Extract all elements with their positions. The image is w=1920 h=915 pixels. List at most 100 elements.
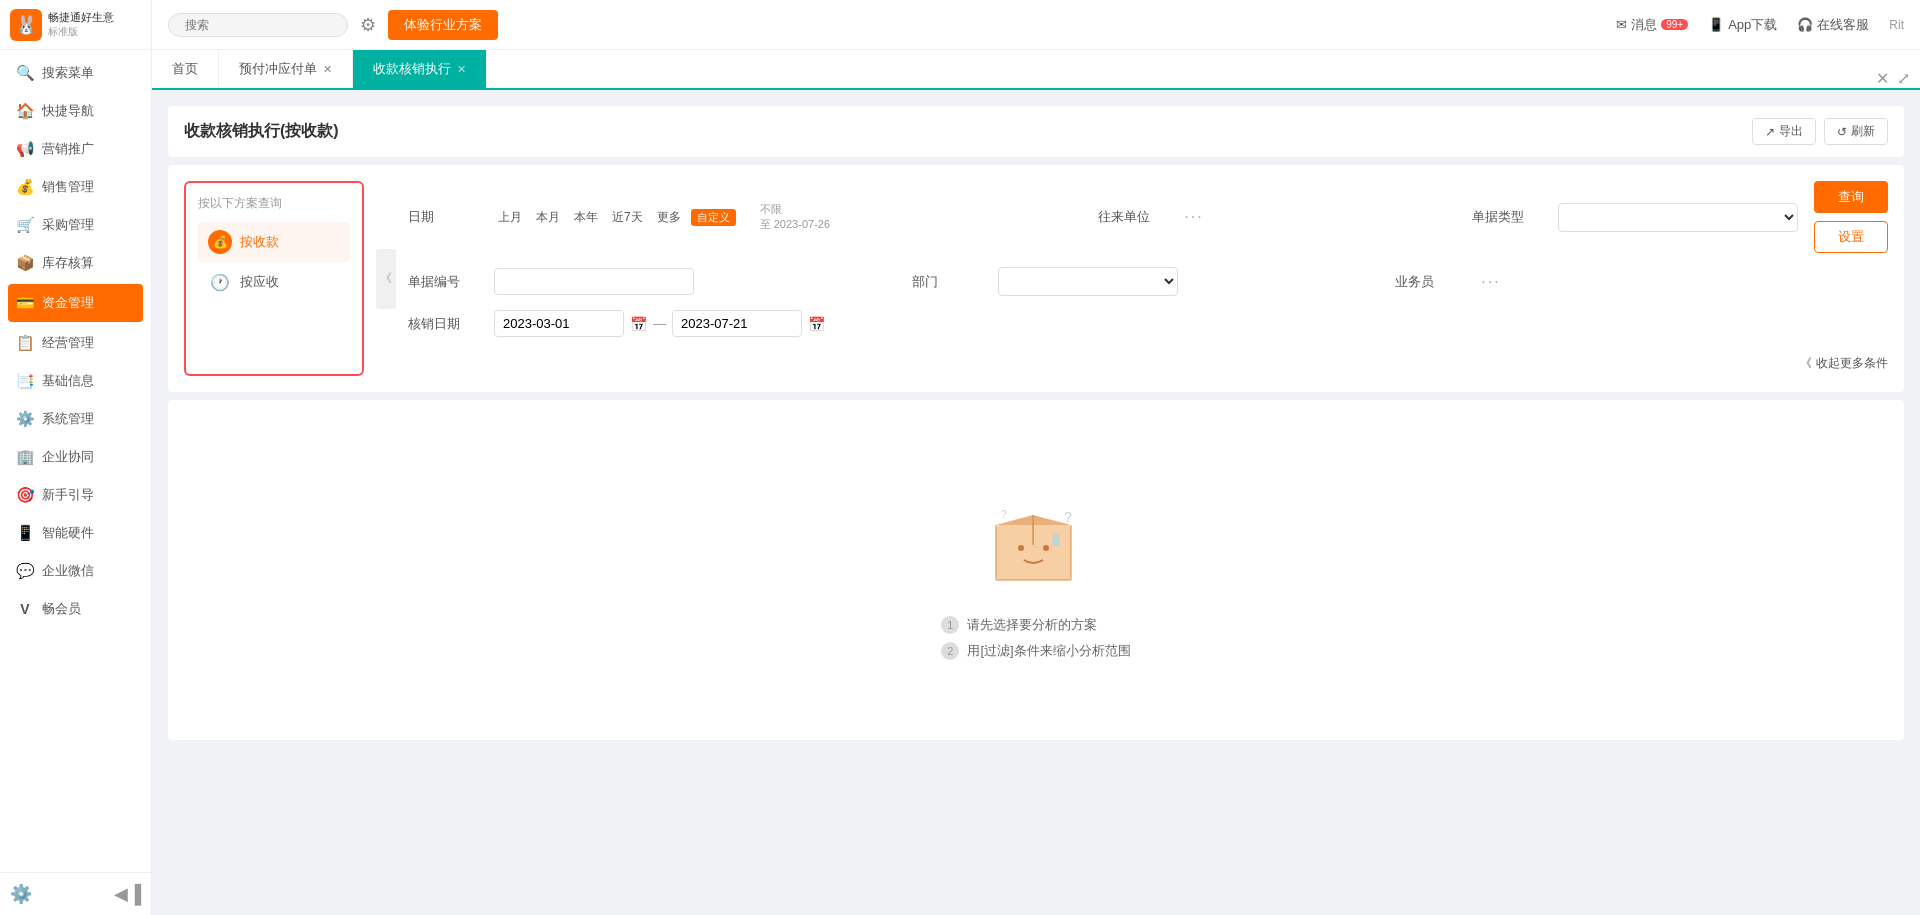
message-label: 消息 [1631,16,1657,34]
empty-state: ? ? 1 请先选择要分析的方案 2 用[过滤]条件来缩小分析范围 [168,400,1904,740]
username-display[interactable]: Rit [1889,18,1904,32]
gear-icon[interactable]: ⚙ [360,14,376,36]
online-service-button[interactable]: 🎧 在线客服 [1797,16,1869,34]
verify-date-end-input[interactable] [672,310,802,337]
query-button[interactable]: 查询 [1814,181,1888,213]
settings-bottom-icon[interactable]: ⚙️ [10,883,32,905]
page-content: 收款核销执行(按收款) ↗ 导出 ↺ 刷新 按以下方案查询 💰 按收款 [152,90,1920,915]
date-to-text: 至 2023-07-26 [760,217,830,232]
calendar-end-icon[interactable]: 📅 [808,316,825,332]
headset-icon: 🎧 [1797,17,1813,32]
wechat-nav-icon: 💬 [16,562,34,580]
step1-text: 请先选择要分析的方案 [967,616,1097,634]
sidebar: 🐰 畅捷通好生意 标准版 🔍 搜索菜单 🏠 快捷导航 📢 营销推广 💰 销售管理… [0,0,152,915]
collapse-sidebar-icon[interactable]: ◀▐ [114,883,141,905]
app-icon: 📱 [1708,17,1724,32]
empty-step-1: 1 请先选择要分析的方案 [941,616,1130,634]
staff-label: 业务员 [1395,273,1465,291]
empty-svg: ? ? [976,480,1096,590]
topbar-search-input[interactable] [168,13,348,37]
filter-option-receivable-label: 按应收 [240,273,279,291]
tabbar: 首页 预付冲应付单 ✕ 收款核销执行 ✕ ✕ ⤢ [152,50,1920,90]
sidebar-item-hardware[interactable]: 📱 智能硬件 [0,514,151,552]
sidebar-item-search[interactable]: 🔍 搜索菜单 [0,54,151,92]
filter-option-by-receivable[interactable]: 🕐 按应收 [198,262,350,302]
date-shortcut-last-month[interactable]: 上月 [494,207,526,228]
date-filter-row: 日期 上月 本月 本年 近7天 更多 自定义 不限 至 2023-07-26 [408,181,1888,253]
message-icon: ✉ [1616,17,1627,32]
calendar-start-icon[interactable]: 📅 [630,316,647,332]
message-button[interactable]: ✉ 消息 99+ [1616,16,1688,34]
receipts-tab-label: 收款核销执行 [373,60,451,78]
verify-date-start-input[interactable] [494,310,624,337]
date-shortcut-this-month[interactable]: 本月 [532,207,564,228]
doc-type-select[interactable] [1558,203,1798,232]
export-button[interactable]: ↗ 导出 [1752,118,1816,145]
basics-nav-icon: 📑 [16,372,34,390]
sidebar-item-purchase[interactable]: 🛒 采购管理 [0,206,151,244]
page-header: 收款核销执行(按收款) ↗ 导出 ↺ 刷新 [168,106,1904,157]
tab-home[interactable]: 首页 [152,50,219,88]
sidebar-item-member[interactable]: V 畅会员 [0,590,151,628]
step2-number: 2 [941,642,959,660]
sidebar-item-inventory[interactable]: 📦 库存核算 [0,244,151,282]
sidebar-item-system[interactable]: ⚙️ 系统管理 [0,400,151,438]
collapse-panel-button[interactable]: 《 [376,249,396,309]
close-prepay-tab-icon[interactable]: ✕ [323,63,332,76]
collapse-more-button[interactable]: 《 收起更多条件 [408,351,1888,376]
sidebar-nav: 🔍 搜索菜单 🏠 快捷导航 📢 营销推广 💰 销售管理 🛒 采购管理 📦 库存核… [0,50,151,872]
close-tab-button[interactable]: ✕ [1876,69,1889,88]
close-receipts-tab-icon[interactable]: ✕ [457,63,466,76]
dept-select[interactable] [998,267,1178,296]
sidebar-item-label: 经营管理 [42,334,94,352]
verify-date-filter-row: 核销日期 📅 — 📅 [408,310,1888,337]
date-separator: — [653,316,666,331]
sidebar-item-label: 营销推广 [42,140,94,158]
sidebar-item-quick-nav[interactable]: 🏠 快捷导航 [0,92,151,130]
guide-nav-icon: 🎯 [16,486,34,504]
marketing-nav-icon: 📢 [16,140,34,158]
page-title: 收款核销执行(按收款) [184,121,339,142]
prepay-tab-label: 预付冲应付单 [239,60,317,78]
tabbar-actions: ✕ ⤢ [1876,69,1920,88]
sidebar-item-sales[interactable]: 💰 销售管理 [0,168,151,206]
home-tab-label: 首页 [172,60,198,78]
app-download-button[interactable]: 📱 App下载 [1708,16,1777,34]
sidebar-item-label: 资金管理 [42,294,94,312]
filter-form: 日期 上月 本月 本年 近7天 更多 自定义 不限 至 2023-07-26 [408,181,1888,376]
sidebar-item-finance[interactable]: 💳 资金管理 [8,284,143,322]
sidebar-item-wechat[interactable]: 💬 企业微信 [0,552,151,590]
sidebar-item-label: 系统管理 [42,410,94,428]
home-nav-icon: 🏠 [16,102,34,120]
purchase-nav-icon: 🛒 [16,216,34,234]
tab-prepay[interactable]: 预付冲应付单 ✕ [219,50,353,88]
finance-nav-icon: 💳 [16,294,34,312]
custom-date-badge[interactable]: 自定义 [691,209,736,226]
filter-option-by-receipt[interactable]: 💰 按收款 [198,222,350,262]
sidebar-logo: 🐰 畅捷通好生意 标准版 [0,0,151,50]
collapse-more-label: 收起更多条件 [1816,355,1888,372]
sidebar-item-label: 智能硬件 [42,524,94,542]
main-content: ⚙ 体验行业方案 ✉ 消息 99+ 📱 App下载 🎧 在线客服 Rit 首页 … [152,0,1920,915]
sidebar-item-basics[interactable]: 📑 基础信息 [0,362,151,400]
counterparty-dots-button[interactable]: ··· [1184,208,1203,226]
date-shortcut-this-year[interactable]: 本年 [570,207,602,228]
date-shortcut-7days[interactable]: 近7天 [608,207,647,228]
date-shortcut-more[interactable]: 更多 [653,207,685,228]
expand-tab-button[interactable]: ⤢ [1897,69,1910,88]
sidebar-item-label: 企业微信 [42,562,94,580]
sidebar-item-enterprise[interactable]: 🏢 企业协同 [0,438,151,476]
svg-text:?: ? [1064,509,1072,525]
sidebar-item-guide[interactable]: 🎯 新手引导 [0,476,151,514]
sidebar-item-operations[interactable]: 📋 经营管理 [0,324,151,362]
logo-icon: 🐰 [10,9,42,41]
refresh-button[interactable]: ↺ 刷新 [1824,118,1888,145]
solution-button[interactable]: 体验行业方案 [388,10,498,40]
tab-receipts[interactable]: 收款核销执行 ✕ [353,50,487,88]
filter-settings-button[interactable]: 设置 [1814,221,1888,253]
docno-input[interactable] [494,268,694,295]
sidebar-item-marketing[interactable]: 📢 营销推广 [0,130,151,168]
staff-dots-button[interactable]: ··· [1481,273,1500,291]
search-nav-icon: 🔍 [16,64,34,82]
docno-filter-row: 单据编号 部门 业务员 ··· [408,267,1888,296]
